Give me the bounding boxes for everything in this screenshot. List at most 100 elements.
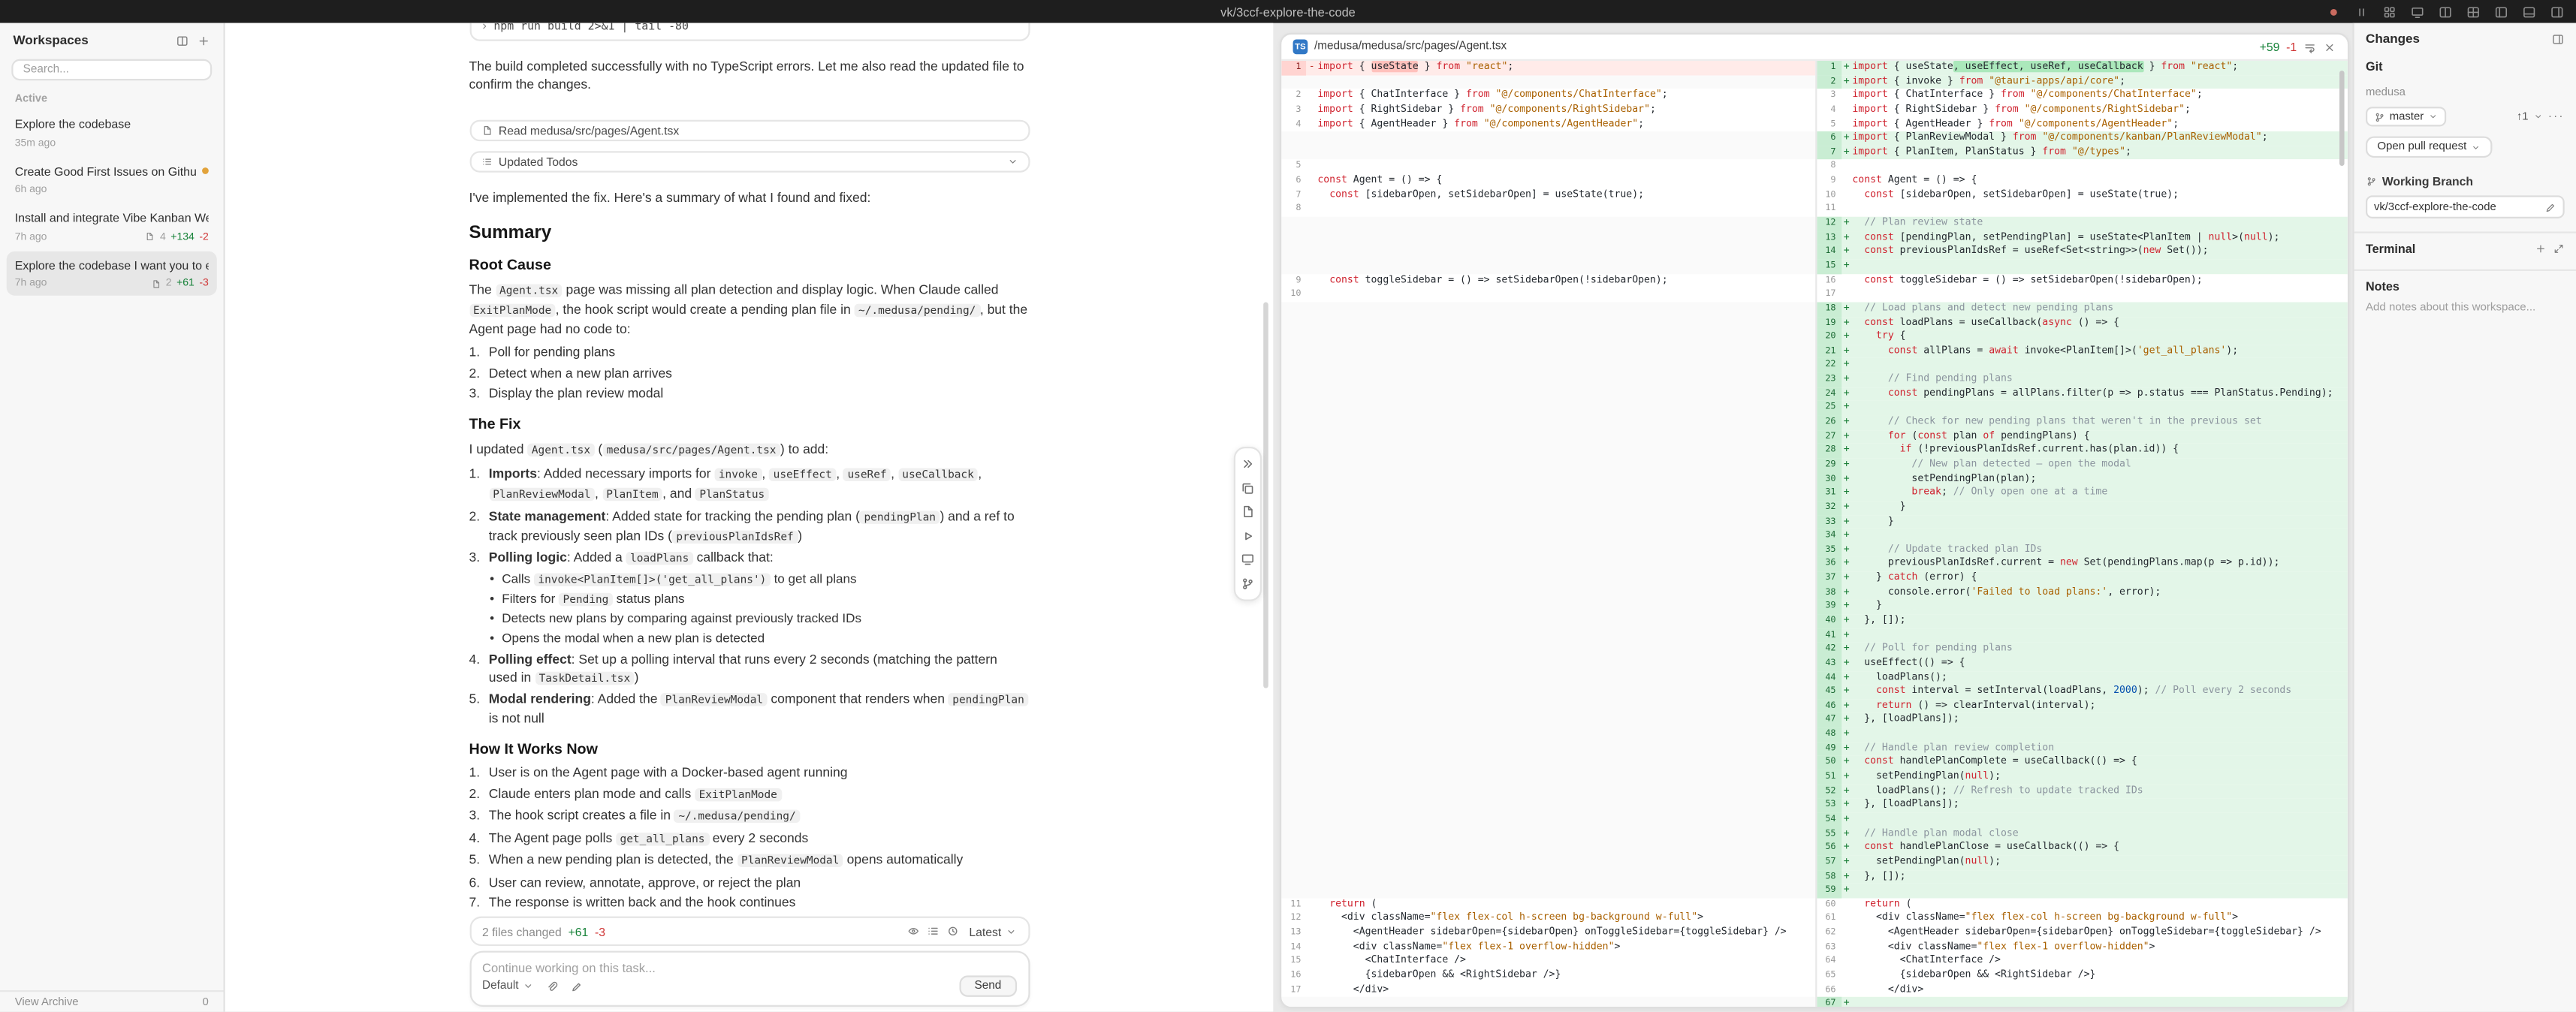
monitor-icon[interactable] bbox=[1241, 552, 1256, 567]
panel-right-icon[interactable] bbox=[2551, 32, 2565, 46]
diff-line bbox=[1281, 571, 1814, 586]
working-branch-value[interactable]: vk/3ccf-explore-the-code bbox=[2366, 195, 2565, 218]
files-changed-bar: 2 files changed +61 -3 Latest bbox=[469, 917, 1030, 946]
checklist-icon[interactable] bbox=[927, 925, 940, 938]
diff-line: 9const Agent = () => { bbox=[1816, 174, 2348, 188]
chevron-down-icon[interactable] bbox=[1006, 156, 1018, 167]
workspace-title: Explore the codebase I want you to ex... bbox=[15, 257, 209, 272]
window-titlebar: vk/3ccf-explore-the-code bbox=[0, 0, 2576, 23]
diff-line: 54+ bbox=[1816, 813, 2348, 827]
chevrons-right-icon[interactable] bbox=[1241, 456, 1256, 471]
word-wrap-icon[interactable] bbox=[2303, 41, 2317, 54]
composer[interactable]: Continue working on this task... Default… bbox=[469, 951, 1030, 1007]
additions-badge: +134 bbox=[170, 230, 195, 242]
files-count: 4 bbox=[160, 230, 166, 242]
workspace-item[interactable]: Install and integrate Vibe Kanban Web...… bbox=[7, 203, 217, 248]
pause-icon[interactable] bbox=[2354, 4, 2369, 19]
list-icon bbox=[481, 156, 492, 167]
notes-input[interactable]: Add notes about this workspace... bbox=[2366, 303, 2565, 314]
file-icon bbox=[151, 279, 161, 288]
branch-icon[interactable] bbox=[1241, 576, 1256, 591]
diff-line: 55+ // Handle plan modal close bbox=[1816, 827, 2348, 842]
list-subitem: •Opens the modal when a new plan is dete… bbox=[485, 630, 1029, 647]
search-input[interactable]: Search... bbox=[11, 59, 212, 80]
diff-line: 21+ const allPlans = await invoke<PlanIt… bbox=[1816, 345, 2348, 359]
diff-line: 9 const toggleSidebar = () => setSidebar… bbox=[1281, 273, 1814, 288]
diff-line: 31+ break; // Only open one at a time bbox=[1816, 486, 2348, 501]
diff-line: 18+ // Load plans and detect new pending… bbox=[1816, 302, 2348, 316]
workspace-item[interactable]: Create Good First Issues on Github So ..… bbox=[7, 157, 217, 202]
notes-section[interactable]: Notes bbox=[2366, 279, 2565, 294]
open-pr-button[interactable]: Open pull request bbox=[2366, 137, 2493, 158]
git-section-label: Git bbox=[2366, 59, 2565, 74]
tool-call-row[interactable]: Read medusa/src/pages/Agent.tsx bbox=[469, 120, 1030, 141]
workspace-item[interactable]: Explore the codebase35m ago bbox=[7, 110, 217, 155]
diff-line bbox=[1281, 302, 1814, 316]
bold-text: Modal rendering bbox=[489, 691, 591, 706]
display-icon[interactable] bbox=[2410, 4, 2425, 19]
model-selector[interactable]: Default bbox=[482, 980, 533, 992]
copy-icon[interactable] bbox=[1241, 480, 1256, 495]
play-icon[interactable] bbox=[1241, 528, 1256, 543]
list-subitem: •Calls invoke<PlanItem[]>('get_all_plans… bbox=[485, 571, 1029, 588]
diff-line: 3import { RightSidebar } from "@/compone… bbox=[1281, 104, 1814, 118]
scrollbar-thumb[interactable] bbox=[2339, 71, 2345, 166]
diff-line bbox=[1281, 444, 1814, 458]
command-block[interactable]: npm run build 2>&1 | tail -80 bbox=[469, 23, 1030, 41]
deletions-count: -3 bbox=[595, 924, 605, 939]
new-terminal-icon[interactable] bbox=[2535, 243, 2546, 255]
latest-dropdown[interactable]: Latest bbox=[969, 924, 1016, 939]
diff-line: 16 const toggleSidebar = () => setSideba… bbox=[1816, 273, 2348, 288]
ellipsis-icon[interactable]: ··· bbox=[2548, 111, 2565, 122]
terminal-section-label: Terminal bbox=[2366, 242, 2415, 257]
eye-icon[interactable] bbox=[906, 925, 920, 938]
pencil-icon[interactable] bbox=[2544, 201, 2556, 212]
send-button[interactable]: Send bbox=[960, 976, 1016, 997]
branch-selector[interactable]: master bbox=[2366, 107, 2446, 126]
diff-line: 36+ previousPlanIdsRef.current = new Set… bbox=[1816, 557, 2348, 571]
working-branch-icon bbox=[2366, 176, 2377, 187]
diff-line bbox=[1281, 458, 1814, 472]
columns-icon[interactable] bbox=[2438, 4, 2453, 19]
diff-line: 29+ // New plan detected — open the moda… bbox=[1816, 458, 2348, 472]
layout-toggle-icon[interactable] bbox=[176, 34, 189, 47]
terminal-section[interactable]: Terminal bbox=[2366, 242, 2565, 257]
diff-line: 10 const [sidebarOpen, setSidebarOpen] =… bbox=[1816, 188, 2348, 203]
view-archive[interactable]: View Archive 0 bbox=[0, 991, 224, 1012]
expand-icon[interactable] bbox=[2553, 243, 2564, 255]
workspace-time: 6h ago bbox=[15, 184, 47, 195]
inline-code: Pending bbox=[559, 592, 613, 606]
changes-body: Git medusa master ↑1 ··· Open pull reque… bbox=[2354, 59, 2576, 314]
attach-icon[interactable] bbox=[545, 980, 559, 993]
diff-line: 22+ bbox=[1816, 359, 2348, 373]
grid-icon[interactable] bbox=[2466, 4, 2481, 19]
file-icon[interactable] bbox=[1241, 504, 1256, 520]
new-workspace-icon[interactable] bbox=[198, 34, 211, 47]
workspace-item[interactable]: Explore the codebase I want you to ex...… bbox=[7, 251, 217, 296]
close-icon[interactable] bbox=[2323, 41, 2336, 54]
diff-line: 8 bbox=[1816, 160, 2348, 174]
sync-dropdown-icon[interactable] bbox=[2533, 112, 2543, 122]
tool-call-row[interactable]: Updated Todos bbox=[469, 151, 1030, 172]
diff-line bbox=[1281, 245, 1814, 260]
panel-bottom-icon[interactable] bbox=[2522, 4, 2537, 19]
panel-left-icon[interactable] bbox=[2494, 4, 2509, 19]
edit-icon[interactable] bbox=[569, 980, 583, 993]
inline-code: pendingPlan bbox=[860, 510, 940, 523]
diff-line: 5 bbox=[1281, 160, 1814, 174]
diff-line: 15+ bbox=[1816, 260, 2348, 274]
history-icon[interactable] bbox=[946, 925, 960, 938]
list-item: 5.When a new pending plan is detected, t… bbox=[469, 851, 1030, 870]
inline-code: ExitPlanMode bbox=[695, 788, 781, 801]
scrollbar-thumb[interactable] bbox=[1263, 303, 1268, 688]
diff-line: 2+import { invoke } from "@tauri-apps/ap… bbox=[1816, 75, 2348, 89]
record-icon[interactable] bbox=[2327, 4, 2342, 19]
panel-right-icon[interactable] bbox=[2550, 4, 2565, 19]
diff-line: 5import { AgentHeader } from "@/componen… bbox=[1816, 118, 2348, 132]
workspace-title: Explore the codebase bbox=[15, 116, 131, 131]
apps-icon[interactable] bbox=[2382, 4, 2397, 19]
diff-line bbox=[1281, 869, 1814, 884]
workspaces-sidebar: Workspaces Search... Active Explore the … bbox=[0, 23, 225, 1012]
diff-line bbox=[1281, 501, 1814, 515]
diff-line: 61 <div className="flex flex-col h-scree… bbox=[1816, 912, 2348, 926]
